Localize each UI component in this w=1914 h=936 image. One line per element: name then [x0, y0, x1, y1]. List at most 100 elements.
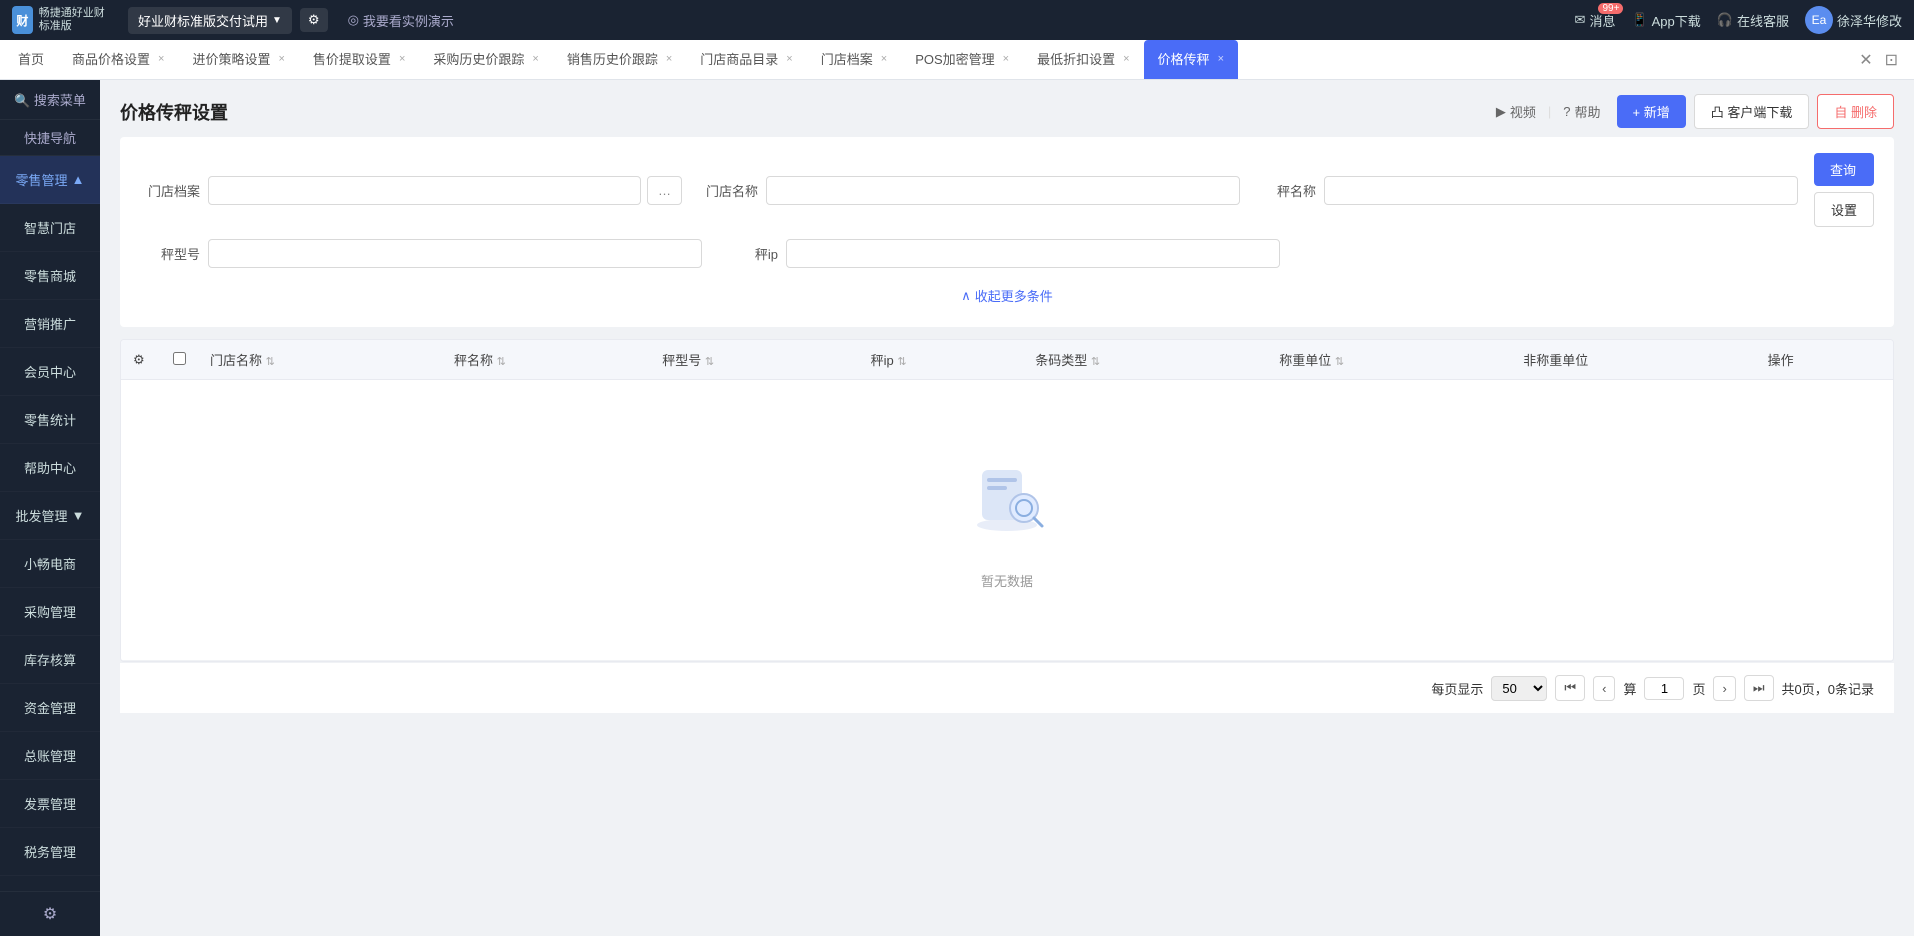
- empty-state: 暂无数据: [133, 390, 1881, 650]
- th-action: 操作: [1756, 340, 1893, 380]
- play-icon: ▶: [1496, 104, 1506, 120]
- delete-button[interactable]: 自 删除: [1817, 94, 1894, 129]
- sidebar-item-tax[interactable]: 税务管理: [0, 828, 100, 876]
- sidebar-retail-stats-label: 零售统计: [24, 410, 76, 429]
- app-download-btn[interactable]: 📱 App下载: [1631, 11, 1700, 30]
- tab-store-catalog[interactable]: 门店商品目录 ×: [686, 40, 806, 79]
- demo-link[interactable]: ◎ 我要看实例演示: [348, 11, 454, 30]
- user-menu-btn[interactable]: Ea 徐泽华修改: [1805, 6, 1902, 34]
- sidebar-item-invoice[interactable]: 发票管理: [0, 780, 100, 828]
- video-link[interactable]: ▶ 视频: [1496, 102, 1536, 121]
- last-page-btn[interactable]: ⏭: [1744, 675, 1774, 701]
- sidebar-item-purchase-mgmt[interactable]: 采购管理: [0, 588, 100, 636]
- sidebar-tax-label: 税务管理: [24, 842, 76, 861]
- search-icon: 🔍: [14, 93, 30, 108]
- sidebar-item-small-ecommerce[interactable]: 小畅电商: [0, 540, 100, 588]
- sidebar-item-general-ledger[interactable]: 总账管理: [0, 732, 100, 780]
- settings-icon[interactable]: ⚙: [300, 8, 328, 32]
- close-icon[interactable]: ×: [881, 53, 887, 65]
- scale-type-input[interactable]: [208, 239, 702, 268]
- close-icon[interactable]: ×: [158, 53, 164, 65]
- empty-state-cell: 暂无数据: [121, 380, 1893, 661]
- close-icon[interactable]: ×: [666, 53, 672, 65]
- sidebar-item-finance[interactable]: 资金管理: [0, 684, 100, 732]
- sidebar-search[interactable]: 🔍 搜索菜单: [0, 80, 100, 120]
- sidebar-item-retail-mall[interactable]: 零售商城: [0, 252, 100, 300]
- tab-store-archive[interactable]: 门店档案 ×: [807, 40, 901, 79]
- per-page-select[interactable]: 10 20 50 100: [1491, 676, 1547, 701]
- sidebar-item-inventory[interactable]: 库存核算: [0, 636, 100, 684]
- tab-maximize-btn[interactable]: ⊡: [1881, 46, 1902, 74]
- add-button[interactable]: + 新增: [1617, 95, 1686, 128]
- sidebar-item-smart-store[interactable]: 智慧门店: [0, 204, 100, 252]
- messages-btn[interactable]: ✉ 消息 99+: [1575, 11, 1616, 30]
- logo-icon: 财: [12, 6, 33, 34]
- collapse-button[interactable]: ∧ 收起更多条件: [140, 280, 1874, 311]
- close-icon[interactable]: ×: [532, 53, 538, 65]
- tab-price-scale[interactable]: 价格传秤 ×: [1144, 40, 1238, 79]
- sidebar-quick-nav[interactable]: 快捷导航: [0, 120, 100, 156]
- query-button[interactable]: 查询: [1814, 153, 1874, 186]
- sidebar-member-label: 会员中心: [24, 362, 76, 381]
- scale-name-input[interactable]: [1324, 176, 1798, 205]
- tab-purchase-strategy[interactable]: 进价策略设置 ×: [178, 40, 298, 79]
- close-icon[interactable]: ×: [278, 53, 284, 65]
- chevron-up-icon: ∧: [961, 288, 971, 304]
- tab-min-discount[interactable]: 最低折扣设置 ×: [1023, 40, 1143, 79]
- client-download-button[interactable]: 凸 客户端下载: [1694, 94, 1810, 129]
- app-name: 畅捷通好业财标准版: [39, 7, 112, 33]
- scale-ip-input[interactable]: [786, 239, 1280, 268]
- sort-icon: ⇅: [497, 356, 506, 368]
- messages-badge: 99+: [1598, 3, 1623, 14]
- close-icon[interactable]: ×: [1003, 53, 1009, 65]
- next-page-btn[interactable]: ›: [1713, 676, 1735, 701]
- close-icon[interactable]: ×: [1218, 53, 1224, 65]
- close-icon[interactable]: ×: [399, 53, 405, 65]
- sidebar-item-wholesale[interactable]: 批发管理 ▼: [0, 492, 100, 540]
- sidebar-invoice-label: 发票管理: [24, 794, 76, 813]
- close-icon[interactable]: ×: [786, 53, 792, 65]
- sort-icon: ⇅: [705, 356, 714, 368]
- scale-type-field: 秤型号: [140, 239, 702, 268]
- empty-icon: [962, 450, 1052, 559]
- tab-sale-history[interactable]: 销售历史价跟踪 ×: [553, 40, 686, 79]
- top-bar-right: ✉ 消息 99+ 📱 App下载 🎧 在线客服 Ea 徐泽华修改: [1575, 6, 1902, 34]
- prev-page-btn[interactable]: ‹: [1593, 676, 1615, 701]
- version-selector[interactable]: 好业财标准版交付试用 ▼: [128, 7, 292, 34]
- user-name: 徐泽华修改: [1837, 11, 1902, 30]
- gear-icon[interactable]: ⚙: [43, 904, 57, 924]
- sidebar-search-label: 搜索菜单: [34, 93, 86, 108]
- sidebar-smart-store-label: 智慧门店: [24, 218, 76, 237]
- user-initials: Ea: [1812, 13, 1827, 27]
- th-non-weight-unit: 非称重单位: [1511, 340, 1755, 380]
- headset-icon: 🎧: [1717, 12, 1733, 28]
- sidebar-item-retail[interactable]: 零售管理 ▲: [0, 156, 100, 204]
- table-gear-icon[interactable]: ⚙: [133, 352, 145, 367]
- th-store-name-label: 门店名称: [210, 353, 262, 368]
- help-link[interactable]: ? 帮助: [1563, 102, 1600, 121]
- sidebar-item-retail-stats[interactable]: 零售统计: [0, 396, 100, 444]
- online-service-btn[interactable]: 🎧 在线客服: [1717, 11, 1789, 30]
- tab-close-all-btn[interactable]: ✕: [1855, 46, 1876, 74]
- sidebar-item-marketing[interactable]: 营销推广: [0, 300, 100, 348]
- scale-type-label: 秤型号: [140, 244, 200, 263]
- tab-home[interactable]: 首页: [4, 40, 58, 79]
- tab-sale-pickup[interactable]: 售价提取设置 ×: [299, 40, 419, 79]
- version-label: 好业财标准版交付试用: [138, 11, 268, 30]
- settings-button[interactable]: 设置: [1814, 192, 1874, 227]
- top-bar: 财 畅捷通好业财标准版 好业财标准版交付试用 ▼ ⚙ ◎ 我要看实例演示 ✉ 消…: [0, 0, 1914, 40]
- store-archive-picker-btn[interactable]: …: [647, 176, 682, 205]
- th-barcode-type-label: 条码类型: [1035, 353, 1087, 368]
- store-name-input[interactable]: [766, 176, 1240, 205]
- tab-pos-management[interactable]: POS加密管理 ×: [901, 40, 1023, 79]
- tab-purchase-history[interactable]: 采购历史价跟踪 ×: [419, 40, 552, 79]
- select-all-checkbox[interactable]: [173, 352, 186, 365]
- close-icon[interactable]: ×: [1123, 53, 1129, 65]
- first-page-btn[interactable]: ⏮: [1555, 675, 1585, 701]
- page-input[interactable]: [1644, 677, 1684, 700]
- store-archive-input[interactable]: [208, 176, 641, 205]
- sidebar-item-member[interactable]: 会员中心: [0, 348, 100, 396]
- tab-price-settings[interactable]: 商品价格设置 ×: [58, 40, 178, 79]
- sidebar-item-help[interactable]: 帮助中心: [0, 444, 100, 492]
- th-scale-ip: 秤ip ⇅: [859, 340, 1024, 380]
